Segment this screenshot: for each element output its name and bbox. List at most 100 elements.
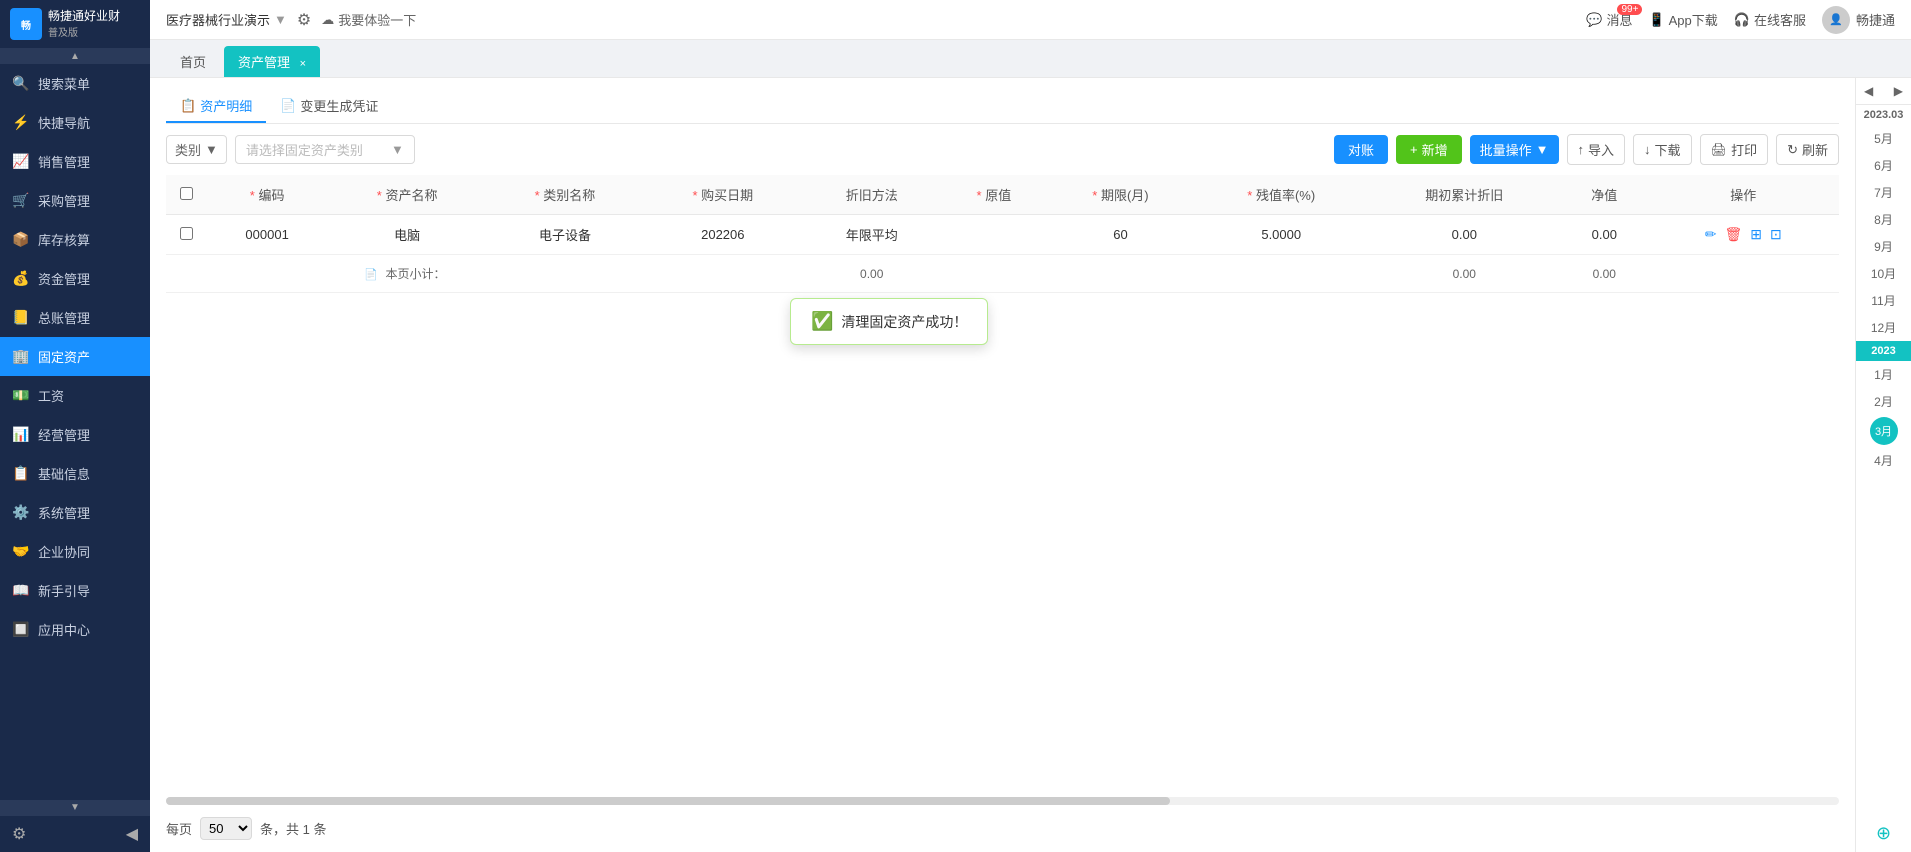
tab-asset-management[interactable]: 资产管理 × bbox=[224, 46, 320, 77]
refresh-button[interactable]: ↻ 刷新 bbox=[1776, 134, 1839, 165]
sidebar-item-payroll[interactable]: 💵 工资 bbox=[0, 376, 150, 415]
company-dropdown-arrow: ▼ bbox=[274, 12, 287, 27]
toolbar-left: 类别 ▼ 请选择固定资产类别 ▼ bbox=[166, 135, 415, 164]
user-profile[interactable]: 👤 畅捷通 bbox=[1822, 6, 1895, 34]
payroll-icon: 💵 bbox=[12, 387, 30, 404]
month-5[interactable]: 5月 bbox=[1856, 125, 1911, 152]
more-icon[interactable]: ⊡ bbox=[1770, 226, 1782, 243]
print-icon: 🖨 bbox=[1711, 142, 1728, 158]
sidebar-item-quick-nav[interactable]: ⚡ 快捷导航 bbox=[0, 103, 150, 142]
total-label: 条，共 1 条 bbox=[260, 819, 326, 838]
sidebar-item-fixed-assets[interactable]: 🏢 固定资产 bbox=[0, 337, 150, 376]
sidebar-item-label-inventory: 库存核算 bbox=[38, 230, 90, 249]
sub-tab-asset-detail[interactable]: 📋 资产明细 bbox=[166, 90, 266, 123]
sidebar-scroll-down[interactable]: ▼ bbox=[0, 800, 150, 815]
download-icon: 📱 bbox=[1648, 12, 1664, 28]
panel-expand-icon[interactable]: ▶ bbox=[1894, 84, 1903, 98]
month-11[interactable]: 11月 bbox=[1856, 287, 1911, 314]
copy-icon[interactable]: ⊞ bbox=[1750, 226, 1762, 243]
sidebar-item-operations[interactable]: 📊 经营管理 bbox=[0, 415, 150, 454]
horizontal-scrollbar[interactable] bbox=[166, 797, 1839, 805]
panel-bottom-icon: ⊕ bbox=[1876, 815, 1891, 852]
sidebar-item-finance[interactable]: 💰 资金管理 bbox=[0, 259, 150, 298]
th-net-value: 净值 bbox=[1561, 175, 1647, 215]
panel-collapse-icon[interactable]: ◀ bbox=[1864, 84, 1873, 98]
panel-expand-bottom-icon[interactable]: ⊕ bbox=[1876, 823, 1891, 844]
settings-button[interactable]: ⚙ bbox=[297, 10, 311, 30]
batch-button[interactable]: 批量操作 ▼ bbox=[1470, 135, 1559, 164]
month-1[interactable]: 1月 bbox=[1856, 361, 1911, 388]
sub-tab-voucher[interactable]: 📄 变更生成凭证 bbox=[266, 90, 392, 123]
th-checkbox bbox=[166, 175, 206, 215]
logo-icon: 畅 bbox=[10, 8, 42, 40]
experience-button[interactable]: ☁ 我要体验一下 bbox=[321, 10, 416, 29]
sidebar-item-guide[interactable]: 📖 新手引导 bbox=[0, 571, 150, 610]
import-button[interactable]: ↑ 导入 bbox=[1567, 134, 1626, 165]
collapse-icon[interactable]: ◀ bbox=[126, 824, 138, 844]
sidebar-item-basic-info[interactable]: 📋 基础信息 bbox=[0, 454, 150, 493]
td-purchase-date: 202206 bbox=[644, 215, 802, 255]
asset-category-filter[interactable]: 请选择固定资产类别 ▼ bbox=[235, 135, 415, 164]
sidebar-item-system[interactable]: ⚙️ 系统管理 bbox=[0, 493, 150, 532]
sidebar-item-label-search: 搜索菜单 bbox=[38, 74, 90, 93]
month-7[interactable]: 7月 bbox=[1856, 179, 1911, 206]
td-depreciation: 年限平均 bbox=[802, 215, 942, 255]
company-selector[interactable]: 医疗器械行业演示 ▼ bbox=[166, 10, 287, 29]
sidebar-item-cooperation[interactable]: 🤝 企业协同 bbox=[0, 532, 150, 571]
delete-icon[interactable]: 🗑 bbox=[1725, 226, 1743, 243]
month-9[interactable]: 9月 bbox=[1856, 233, 1911, 260]
search-icon: 🔍 bbox=[12, 75, 30, 92]
sidebar-item-label-sales: 销售管理 bbox=[38, 152, 90, 171]
tab-home[interactable]: 首页 bbox=[166, 46, 220, 77]
month-10[interactable]: 10月 bbox=[1856, 260, 1911, 287]
sidebar-item-apps[interactable]: 🔲 应用中心 bbox=[0, 610, 150, 649]
reconcile-button[interactable]: 对账 bbox=[1334, 135, 1388, 164]
sidebar-item-ledger[interactable]: 📒 总账管理 bbox=[0, 298, 150, 337]
guide-icon: 📖 bbox=[12, 582, 30, 599]
sidebar-item-label-basic-info: 基础信息 bbox=[38, 464, 90, 483]
logo-sub-text: 普及版 bbox=[48, 24, 120, 39]
print-button[interactable]: 🖨 打印 bbox=[1700, 134, 1769, 165]
message-button[interactable]: 💬 消息 99+ bbox=[1586, 10, 1632, 29]
month-6[interactable]: 6月 bbox=[1856, 152, 1911, 179]
app-download-button[interactable]: 📱 App下载 bbox=[1648, 10, 1717, 29]
sidebar-scroll-up[interactable]: ▲ bbox=[0, 49, 150, 64]
month-12[interactable]: 12月 bbox=[1856, 314, 1911, 341]
month-8[interactable]: 8月 bbox=[1856, 206, 1911, 233]
download-button[interactable]: ↓ 下载 bbox=[1633, 134, 1692, 165]
sidebar-item-sales[interactable]: 📈 销售管理 bbox=[0, 142, 150, 181]
sidebar-item-search[interactable]: 🔍 搜索菜单 bbox=[0, 64, 150, 103]
th-residual-rate: 残值率(%) bbox=[1195, 175, 1368, 215]
logo-text-container: 畅捷通好业财 普及版 bbox=[48, 9, 120, 40]
settings-icon[interactable]: ⚙ bbox=[12, 824, 26, 844]
category-filter[interactable]: 类别 ▼ bbox=[166, 135, 227, 164]
sidebar-item-label-guide: 新手引导 bbox=[38, 581, 90, 600]
pagination: 每页 50 100 条，共 1 条 bbox=[166, 809, 1839, 840]
select-all-checkbox[interactable] bbox=[180, 187, 193, 200]
edit-icon[interactable]: ✏ bbox=[1705, 226, 1717, 243]
subtotal-net: 0.00 bbox=[1561, 255, 1647, 293]
customer-service-button[interactable]: 🎧 在线客服 bbox=[1734, 10, 1806, 29]
th-depreciation: 折旧方法 bbox=[802, 175, 942, 215]
td-period: 60 bbox=[1046, 215, 1195, 255]
sidebar-item-inventory[interactable]: 📦 库存核算 bbox=[0, 220, 150, 259]
month-3-current[interactable]: 3月 bbox=[1870, 417, 1898, 445]
right-panel-header: ◀ ▶ bbox=[1856, 78, 1911, 105]
finance-icon: 💰 bbox=[12, 270, 30, 287]
month-2[interactable]: 2月 bbox=[1856, 388, 1911, 415]
per-page-select[interactable]: 50 100 bbox=[200, 817, 252, 840]
row-checkbox[interactable] bbox=[180, 227, 193, 240]
app-download-label: App下载 bbox=[1669, 10, 1718, 29]
month-4[interactable]: 4月 bbox=[1856, 447, 1911, 474]
table-container: 编码 资产名称 类别名称 购买日期 折旧方法 原值 期限(月) 残值率(%) 期… bbox=[166, 175, 1839, 293]
sidebar-item-purchase[interactable]: 🛒 采购管理 bbox=[0, 181, 150, 220]
sidebar-item-label-operations: 经营管理 bbox=[38, 425, 90, 444]
td-name: 电脑 bbox=[328, 215, 486, 255]
td-code: 000001 bbox=[206, 215, 328, 255]
td-original-value bbox=[942, 215, 1046, 255]
tab-close-icon[interactable]: × bbox=[300, 58, 306, 70]
tab-asset-label: 资产管理 bbox=[238, 55, 290, 70]
new-button[interactable]: + 新增 bbox=[1396, 135, 1462, 164]
subtotal-original: 0.00 bbox=[802, 255, 942, 293]
batch-label: 批量操作 bbox=[1480, 140, 1532, 159]
